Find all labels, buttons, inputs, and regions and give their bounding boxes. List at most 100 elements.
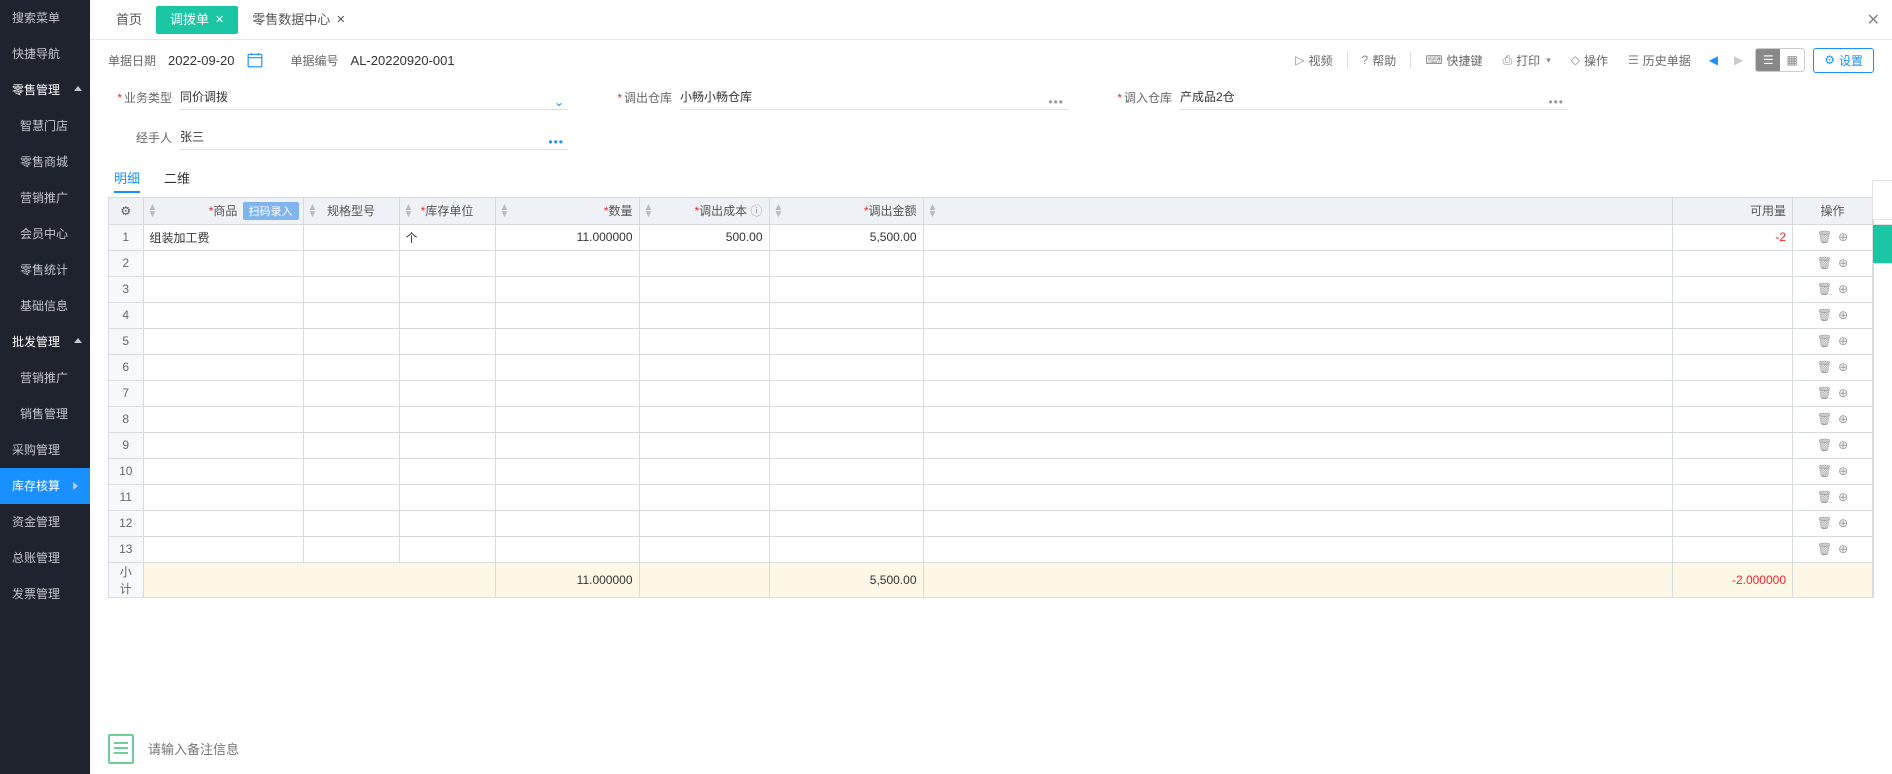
sidebar-item[interactable]: 批发管理 bbox=[0, 324, 90, 360]
note-input[interactable] bbox=[148, 742, 1874, 757]
table-row[interactable]: 5🗑⊕ bbox=[109, 328, 1873, 354]
col-out-amount[interactable]: ▲▼*调出金额 bbox=[769, 198, 923, 224]
table-row[interactable]: 12🗑⊕ bbox=[109, 510, 1873, 536]
table-row[interactable]: 2🗑⊕ bbox=[109, 250, 1873, 276]
biz-type-select[interactable]: 同价调拨⌄ bbox=[180, 84, 568, 110]
action-button[interactable]: ◇操作 bbox=[1565, 47, 1614, 73]
in-wh-select[interactable]: 产成品2仓••• bbox=[1180, 84, 1568, 110]
table-row[interactable]: 4🗑⊕ bbox=[109, 302, 1873, 328]
col-out-cost[interactable]: ▲▼*调出成本 ⓘ bbox=[639, 198, 769, 224]
subtab-detail[interactable]: 明细 bbox=[114, 164, 140, 193]
col-qty[interactable]: ▲▼*数量 bbox=[495, 198, 639, 224]
row-op: 🗑⊕ bbox=[1793, 250, 1873, 276]
table-row[interactable]: 9🗑⊕ bbox=[109, 432, 1873, 458]
subtotal-row: 小计 11.000000 5,500.00 -2.000000 bbox=[109, 562, 1873, 597]
delete-icon[interactable]: 🗑 bbox=[1817, 412, 1832, 426]
add-icon[interactable]: ⊕ bbox=[1838, 230, 1848, 244]
add-icon[interactable]: ⊕ bbox=[1838, 386, 1848, 400]
sidebar-item[interactable]: 总账管理 bbox=[0, 540, 90, 576]
view-list-icon[interactable]: ☰ bbox=[1756, 49, 1780, 71]
sidebar-item[interactable]: 零售统计 bbox=[0, 252, 90, 288]
sidebar-item[interactable]: 营销推广 bbox=[0, 360, 90, 396]
sidebar-item[interactable]: 零售商城 bbox=[0, 144, 90, 180]
table-row[interactable]: 1组装加工费个11.000000500.005,500.00-2🗑⊕ bbox=[109, 224, 1873, 250]
video-button[interactable]: ▷视频 bbox=[1289, 47, 1338, 73]
person-select[interactable]: 张三••• bbox=[180, 124, 568, 150]
sidebar-item[interactable]: 零售管理 bbox=[0, 72, 90, 108]
table-row[interactable]: 13🗑⊕ bbox=[109, 536, 1873, 562]
add-icon[interactable]: ⊕ bbox=[1838, 490, 1848, 504]
grid-settings-icon[interactable]: ⚙ bbox=[109, 198, 143, 224]
delete-icon[interactable]: 🗑 bbox=[1817, 464, 1832, 478]
detail-grid: ⚙ ▲▼*商品扫码录入 ▲▼规格型号 ▲▼*库存单位 ▲▼*数量 ▲▼*调出成本… bbox=[108, 197, 1874, 598]
col-avail[interactable]: 可用量 bbox=[1673, 198, 1793, 224]
table-row[interactable]: 10🗑⊕ bbox=[109, 458, 1873, 484]
help-button[interactable]: ?帮助 bbox=[1356, 47, 1403, 73]
add-icon[interactable]: ⊕ bbox=[1838, 308, 1848, 322]
tab[interactable]: 零售数据中心✕ bbox=[238, 6, 359, 34]
delete-icon[interactable]: 🗑 bbox=[1817, 490, 1832, 504]
right-tab-1[interactable] bbox=[1872, 180, 1892, 220]
sidebar-item[interactable]: 库存核算 bbox=[0, 468, 90, 504]
table-row[interactable]: 11🗑⊕ bbox=[109, 484, 1873, 510]
add-icon[interactable]: ⊕ bbox=[1838, 256, 1848, 270]
sidebar-item[interactable]: 会员中心 bbox=[0, 216, 90, 252]
history-button[interactable]: ☰历史单据 bbox=[1622, 47, 1697, 73]
scan-input-button[interactable]: 扫码录入 bbox=[243, 202, 299, 220]
close-icon[interactable]: ✕ bbox=[215, 6, 224, 34]
subtab-2d[interactable]: 二维 bbox=[164, 164, 190, 193]
form-area: *业务类型 同价调拨⌄ *调出仓库 小畅小畅仓库••• *调入仓库 产成品2仓•… bbox=[90, 80, 1892, 158]
delete-icon[interactable]: 🗑 bbox=[1817, 282, 1832, 296]
sidebar-item[interactable]: 搜索菜单 bbox=[0, 0, 90, 36]
col-spec[interactable]: ▲▼规格型号 bbox=[303, 198, 399, 224]
add-icon[interactable]: ⊕ bbox=[1838, 412, 1848, 426]
doc-date-value[interactable]: 2022-09-20 bbox=[168, 53, 235, 68]
add-icon[interactable]: ⊕ bbox=[1838, 360, 1848, 374]
delete-icon[interactable]: 🗑 bbox=[1817, 516, 1832, 530]
col-unit[interactable]: ▲▼*库存单位 bbox=[399, 198, 495, 224]
delete-icon[interactable]: 🗑 bbox=[1817, 438, 1832, 452]
sidebar-item[interactable]: 基础信息 bbox=[0, 288, 90, 324]
delete-icon[interactable]: 🗑 bbox=[1817, 360, 1832, 374]
prev-doc-button[interactable]: ◀ bbox=[1705, 53, 1722, 67]
chevron-down-icon: ▾ bbox=[1546, 55, 1551, 66]
hotkey-button[interactable]: ⌨快捷键 bbox=[1419, 47, 1488, 73]
tab[interactable]: 调拨单✕ bbox=[156, 6, 238, 34]
table-row[interactable]: 8🗑⊕ bbox=[109, 406, 1873, 432]
close-icon[interactable]: ✕ bbox=[336, 6, 345, 34]
add-icon[interactable]: ⊕ bbox=[1838, 334, 1848, 348]
sidebar-item[interactable]: 发票管理 bbox=[0, 576, 90, 612]
view-grid-icon[interactable]: ▦ bbox=[1780, 49, 1804, 71]
delete-icon[interactable]: 🗑 bbox=[1817, 256, 1832, 270]
sidebar-item[interactable]: 资金管理 bbox=[0, 504, 90, 540]
close-all-tabs-icon[interactable]: ✕ bbox=[1867, 10, 1880, 30]
settings-button[interactable]: ⚙设置 bbox=[1813, 48, 1874, 73]
sidebar-item[interactable]: 销售管理 bbox=[0, 396, 90, 432]
right-tab-2[interactable] bbox=[1872, 224, 1892, 264]
tab[interactable]: 首页 bbox=[102, 6, 156, 34]
out-wh-field: *调出仓库 小畅小畅仓库••• bbox=[608, 84, 1068, 110]
add-icon[interactable]: ⊕ bbox=[1838, 438, 1848, 452]
calendar-icon[interactable] bbox=[247, 52, 263, 68]
sidebar-item[interactable]: 营销推广 bbox=[0, 180, 90, 216]
add-icon[interactable]: ⊕ bbox=[1838, 282, 1848, 296]
delete-icon[interactable]: 🗑 bbox=[1817, 542, 1832, 556]
col-product[interactable]: ▲▼*商品扫码录入 bbox=[143, 198, 303, 224]
table-row[interactable]: 7🗑⊕ bbox=[109, 380, 1873, 406]
sidebar-item[interactable]: 采购管理 bbox=[0, 432, 90, 468]
sidebar-item[interactable]: 快捷导航 bbox=[0, 36, 90, 72]
print-button[interactable]: ⎙打印▾ bbox=[1497, 47, 1557, 73]
delete-icon[interactable]: 🗑 bbox=[1817, 386, 1832, 400]
sidebar-item[interactable]: 智慧门店 bbox=[0, 108, 90, 144]
delete-icon[interactable]: 🗑 bbox=[1817, 230, 1832, 244]
next-doc-button[interactable]: ▶ bbox=[1730, 53, 1747, 67]
add-icon[interactable]: ⊕ bbox=[1838, 516, 1848, 530]
delete-icon[interactable]: 🗑 bbox=[1817, 308, 1832, 322]
add-icon[interactable]: ⊕ bbox=[1838, 464, 1848, 478]
table-row[interactable]: 3🗑⊕ bbox=[109, 276, 1873, 302]
table-row[interactable]: 6🗑⊕ bbox=[109, 354, 1873, 380]
out-wh-select[interactable]: 小畅小畅仓库••• bbox=[680, 84, 1068, 110]
add-icon[interactable]: ⊕ bbox=[1838, 542, 1848, 556]
note-icon bbox=[108, 734, 134, 764]
delete-icon[interactable]: 🗑 bbox=[1817, 334, 1832, 348]
